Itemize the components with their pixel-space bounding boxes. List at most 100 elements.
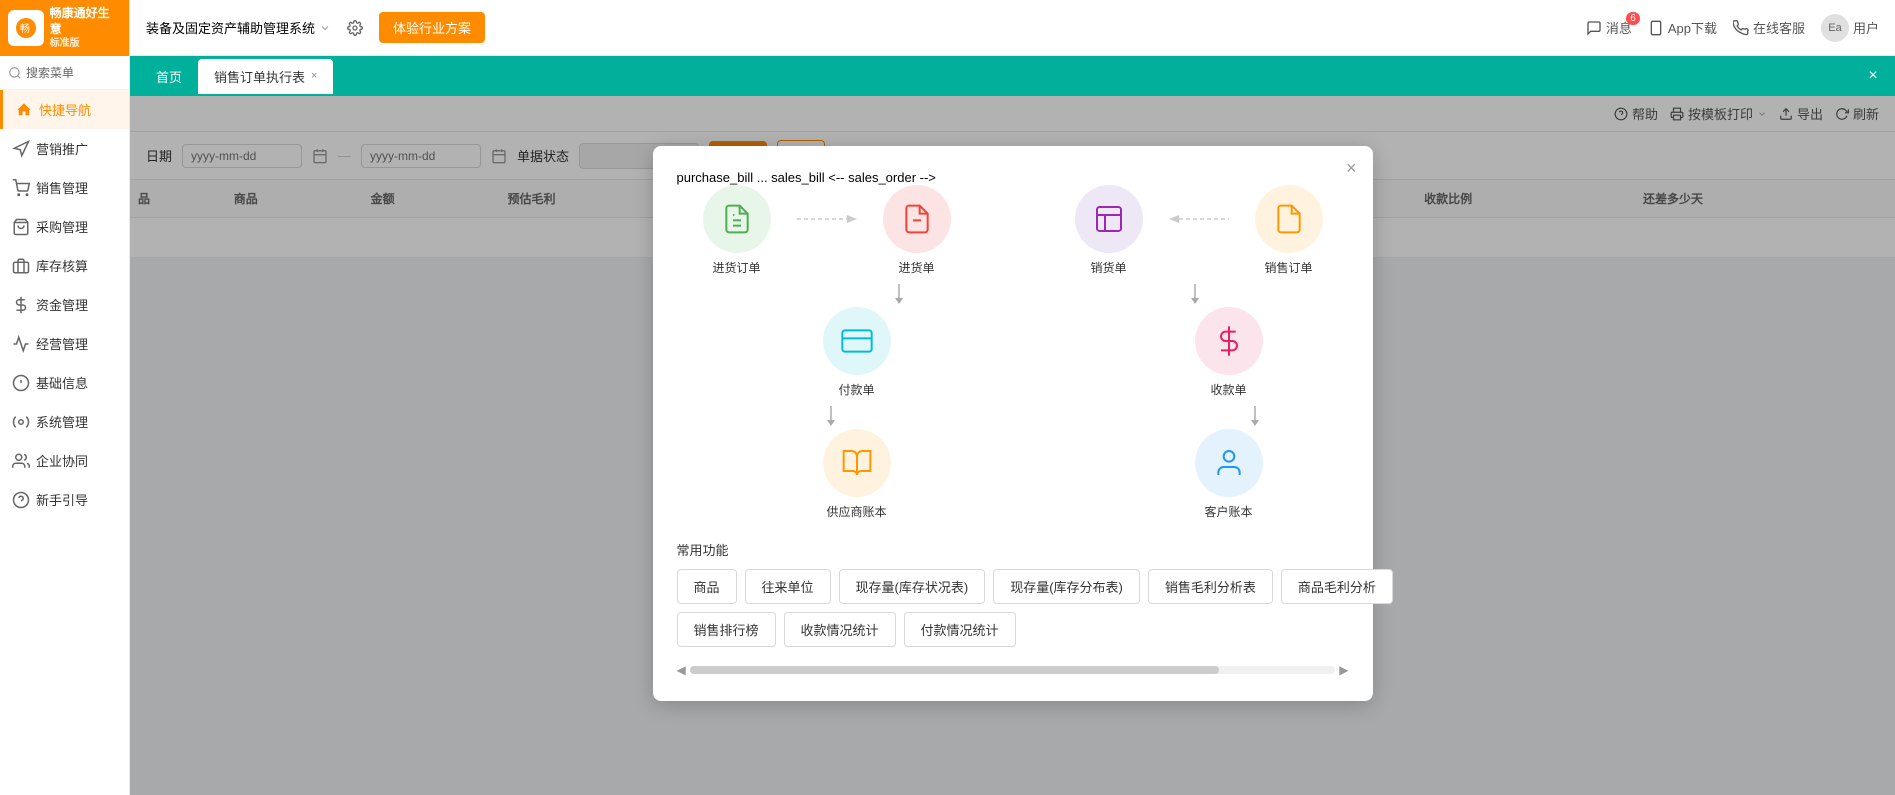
tab-home[interactable]: 首页 [140,59,198,94]
purchase-bill-circle [883,185,951,253]
message-badge: 6 [1626,12,1640,25]
flow-node-purchase-order[interactable]: 进货订单 [677,185,797,276]
topbar: 装备及固定资产辅助管理系统 体验行业方案 消息 6 App下载 [130,0,1895,56]
sidebar-item-basic-info[interactable]: 基础信息 [0,363,129,402]
sidebar-item-label: 销售管理 [36,178,88,197]
sidebar-item-label: 基础信息 [36,373,88,392]
sidebar-item-label: 资金管理 [36,295,88,314]
func-btn-receipt-stats[interactable]: 收款情况统计 [784,612,896,647]
flow-node-sales-bill[interactable]: 销货单 [1049,185,1169,276]
receipt-label: 收款单 [1210,381,1246,398]
tab-sales-order[interactable]: 销售订单执行表 × [198,59,333,94]
sidebar-item-label: 经营管理 [36,334,88,353]
arrow-1 [797,185,857,229]
flow-node-supplier-account[interactable]: 供应商账本 [797,429,917,520]
purchase-order-label: 进货订单 [712,259,760,276]
sidebar-item-purchase[interactable]: 采购管理 [0,207,129,246]
sidebar-item-label: 新手引导 [36,490,88,509]
settings-icon-btn[interactable] [341,14,369,42]
receipt-circle [1195,307,1263,375]
sales-order-label: 销售订单 [1264,259,1312,276]
sales-bill-circle [1075,185,1143,253]
supplier-account-label: 供应商账本 [826,503,886,520]
avatar: Ea [1821,14,1849,42]
online-service-label: 在线客服 [1753,18,1805,37]
quick-guide-panel: × purchase_bill ... sales_bill <-- sales… [653,146,1373,701]
sidebar-item-guide[interactable]: 新手引导 [0,480,129,519]
customer-account-label: 客户账本 [1204,503,1252,520]
func-btn-row-2: 销售排行榜 收款情况统计 付款情况统计 [677,612,1349,647]
content-area: 帮助 按模板打印 导出 刷新 日期 [130,96,1895,795]
sidebar-item-marketing[interactable]: 营销推广 [0,129,129,168]
logo-text: 畅康通好生意 标准版 [50,6,121,50]
flow-node-purchase-bill[interactable]: 进货单 [857,185,977,276]
tabbar: 首页 销售订单执行表 × × [130,56,1895,96]
h-scroll-track[interactable] [690,666,1336,674]
sidebar-item-label: 采购管理 [36,217,88,236]
sidebar-item-collaboration[interactable]: 企业协同 [0,441,129,480]
app-download-action[interactable]: App下载 [1648,18,1717,37]
tab-close-icon[interactable]: × [311,70,317,82]
func-btn-stock-status[interactable]: 现存量(库存状况表) [839,569,986,604]
sidebar-item-sales[interactable]: 销售管理 [0,168,129,207]
topbar-right: 消息 6 App下载 在线客服 Ea 用户 [1586,14,1879,42]
panel-close-btn[interactable]: × [1346,158,1357,179]
sidebar-search[interactable]: 搜索菜单 [0,56,129,90]
sidebar-nav: 快捷导航 营销推广 销售管理 采购管理 库存核算 资金管理 [0,90,129,795]
common-funcs-title: 常用功能 [677,540,1349,559]
tabbar-close-btn[interactable]: × [1861,64,1885,88]
flow-node-receipt[interactable]: 收款单 [1169,307,1289,398]
func-btn-sales-rank[interactable]: 销售排行榜 [677,612,776,647]
flow-node-customer-account[interactable]: 客户账本 [1169,429,1289,520]
sidebar-item-label: 系统管理 [36,412,88,431]
trial-btn[interactable]: 体验行业方案 [379,12,485,43]
h-scroll-thumb [690,666,1219,674]
h-scroll-right-arrow[interactable]: ▶ [1339,663,1348,677]
func-btn-product-profit[interactable]: 商品毛利分析 [1281,569,1393,604]
supplier-account-circle [823,429,891,497]
sales-bill-label: 销货单 [1090,259,1126,276]
online-service-action[interactable]: 在线客服 [1733,18,1805,37]
tab-home-label: 首页 [156,67,182,86]
func-btn-counterpart[interactable]: 往来单位 [745,569,831,604]
system-name-dropdown[interactable]: 装备及固定资产辅助管理系统 [146,18,331,37]
flow-node-sales-order[interactable]: 销售订单 [1229,185,1349,276]
search-menu-label: 搜索菜单 [26,64,74,81]
sidebar-logo: 畅 畅康通好生意 标准版 [0,0,129,56]
main-content: 装备及固定资产辅助管理系统 体验行业方案 消息 6 App下载 [130,0,1895,795]
flow-node-payment[interactable]: 付款单 [797,307,917,398]
flow-chart: purchase_bill ... sales_bill <-- sales_o… [677,170,1349,520]
func-btn-stock-distribution[interactable]: 现存量(库存分布表) [993,569,1140,604]
sales-order-circle [1255,185,1323,253]
sidebar-item-home[interactable]: 快捷导航 [0,90,129,129]
sidebar-item-operations[interactable]: 经营管理 [0,324,129,363]
message-action[interactable]: 消息 6 [1586,18,1632,37]
sidebar-item-label: 营销推广 [36,139,88,158]
customer-account-circle [1195,429,1263,497]
func-btn-rows: 商品 往来单位 现存量(库存状况表) 现存量(库存分布表) 销售毛利分析表 商品… [677,569,1349,647]
sidebar-item-system[interactable]: 系统管理 [0,402,129,441]
arrow-2 [1169,185,1229,229]
down-arrow-payment [797,406,865,429]
h-scroll-left-arrow[interactable]: ◀ [677,663,686,677]
sidebar-item-warehouse[interactable]: 库存核算 [0,246,129,285]
sidebar: 畅 畅康通好生意 标准版 搜索菜单 快捷导航 营销推广 销售管理 [0,0,130,795]
logo-icon: 畅 [8,10,44,46]
purchase-order-circle [703,185,771,253]
func-btn-payment-stats[interactable]: 付款情况统计 [904,612,1016,647]
sidebar-item-finance[interactable]: 资金管理 [0,285,129,324]
user-action[interactable]: Ea 用户 [1821,14,1879,42]
func-btn-product[interactable]: 商品 [677,569,737,604]
svg-text:畅: 畅 [20,22,30,35]
sidebar-item-label: 企业协同 [36,451,88,470]
sidebar-item-label: 库存核算 [36,256,88,275]
tab-sales-order-label: 销售订单执行表 [214,67,305,86]
down-arrow-sales [1161,284,1229,307]
down-arrow-receipt [1221,406,1289,429]
func-btn-sales-profit[interactable]: 销售毛利分析表 [1148,569,1273,604]
system-name-label: 装备及固定资产辅助管理系统 [146,18,315,37]
sidebar-item-label: 快捷导航 [39,100,91,119]
app-download-label: App下载 [1668,18,1717,37]
down-arrow-purchase [865,284,933,307]
payment-label: 付款单 [838,381,874,398]
